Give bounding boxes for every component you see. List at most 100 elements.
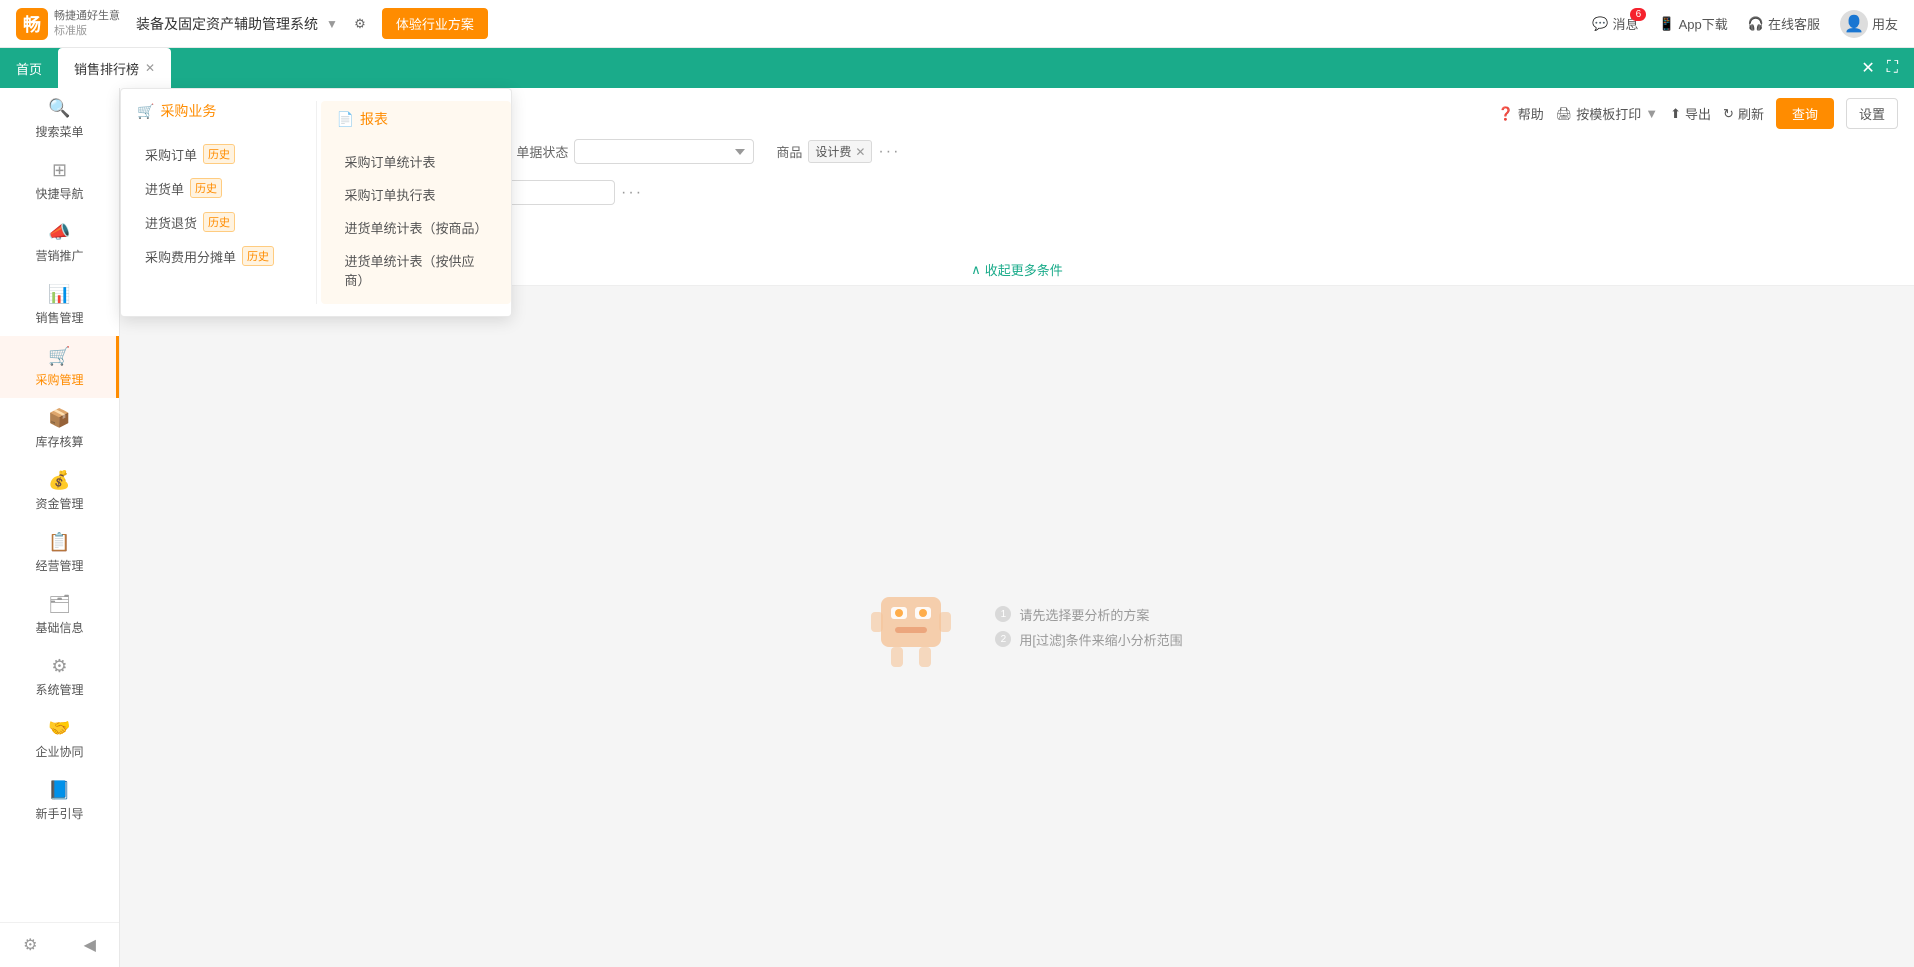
menu-report-receipt-by-goods[interactable]: 进货单统计表（按商品） (337, 211, 496, 244)
header-user[interactable]: 👤 用友 (1840, 10, 1898, 38)
sidebar-item-system[interactable]: ⚙ 系统管理 (0, 646, 119, 708)
system-icon: ⚙ (51, 656, 67, 677)
goods-tag-close[interactable]: ✕ (855, 145, 865, 159)
settings-icon-btn[interactable]: ⚙ (346, 10, 374, 38)
purchase-icon: 🛒 (48, 346, 70, 367)
newbie-icon: 📘 (48, 780, 70, 801)
menu-purchase-expense[interactable]: 采购费用分摊单 历史 (137, 239, 296, 273)
menu-report-receipt-by-supplier[interactable]: 进货单统计表（按供应商） (337, 244, 496, 296)
tab-close-window[interactable]: ✕ (1861, 58, 1874, 78)
export-icon: ⬆ (1670, 106, 1681, 122)
goods-tag: 设计费 ✕ (808, 140, 872, 163)
empty-hint-2: 2 用[过滤]条件来缩小分析范围 (995, 630, 1182, 649)
header-app[interactable]: 📱 App下载 (1658, 14, 1727, 33)
empty-illustration (851, 577, 971, 677)
empty-content: 1 请先选择要分析的方案 2 用[过滤]条件来缩小分析范围 (851, 577, 1182, 677)
logo-icon: 畅 (16, 8, 48, 40)
logo-text: 畅捷通好生意 标准版 (54, 9, 120, 38)
header-right: 💬 消息 6 📱 App下载 🎧 在线客服 👤 用友 (1592, 10, 1898, 38)
sidebar-item-finance[interactable]: 💰 资金管理 (0, 460, 119, 522)
history-tag-0: 历史 (203, 144, 235, 164)
operations-icon: 📋 (48, 532, 70, 553)
quicknav-icon: ⊞ (52, 160, 67, 181)
sidebar-item-sales[interactable]: 📊 销售管理 (0, 274, 119, 336)
goods-filter: 商品 设计费 ✕ ··· (776, 140, 900, 163)
sidebar-item-warehouse[interactable]: 📦 库存核算 (0, 398, 119, 460)
empty-text: 1 请先选择要分析的方案 2 用[过滤]条件来缩小分析范围 (995, 605, 1182, 649)
refresh-icon: ↻ (1723, 106, 1734, 122)
search-icon: 🔍 (48, 98, 70, 119)
empty-dot-2: 2 (995, 631, 1011, 647)
tab-bar-right: ✕ ⛶ (1861, 58, 1914, 78)
tab-close-icon[interactable]: ✕ (145, 61, 155, 75)
tab-home[interactable]: 首页 (0, 48, 58, 88)
menu-report-order-exec[interactable]: 采购订单执行表 (337, 178, 496, 211)
service-icon: 🎧 (1748, 16, 1764, 32)
app-icon: 📱 (1658, 16, 1674, 32)
menu-report-order-stats[interactable]: 采购订单统计表 (337, 145, 496, 178)
menu-purchase-order[interactable]: 采购订单 历史 (137, 137, 296, 171)
sidebar: 🔍 搜索菜单 ⊞ 快捷导航 📣 营销推广 📊 销售管理 🛒 采购管理 📦 库存核… (0, 88, 120, 967)
purchase-business-section: 🛒 采购业务 采购订单 历史 进货单 历史 进货退货 历史 采购费用分摊单 历史 (121, 101, 312, 304)
corp-icon: 🤝 (48, 718, 70, 739)
purchase-business-title: 🛒 采购业务 (137, 101, 296, 127)
refresh-btn[interactable]: ↻ 刷新 (1723, 104, 1764, 123)
sidebar-item-purchase[interactable]: 🛒 采购管理 (0, 336, 119, 398)
tab-maximize[interactable]: ⛶ (1887, 59, 1898, 77)
sidebar-item-search[interactable]: 🔍 搜索菜单 (0, 88, 119, 150)
goods-more-btn[interactable]: ··· (878, 143, 900, 161)
history-tag-2: 历史 (203, 212, 235, 232)
avatar: 👤 (1840, 10, 1868, 38)
sales-icon: 📊 (48, 284, 70, 305)
history-tag-1: 历史 (190, 178, 222, 198)
header-service[interactable]: 🎧 在线客服 (1748, 14, 1820, 33)
voucher-status-filter: 单据状态 (516, 139, 760, 164)
logo-area: 畅 畅捷通好生意 标准版 (16, 8, 136, 40)
tab-sales-ranking[interactable]: 销售排行榜 ✕ (58, 48, 171, 88)
message-icon: 💬 (1592, 16, 1608, 32)
marketing-icon: 📣 (48, 222, 70, 243)
menu-goods-receipt[interactable]: 进货单 历史 (137, 171, 296, 205)
active-bar (116, 336, 119, 398)
print-dropdown-icon[interactable]: ▼ (1645, 106, 1658, 121)
salesperson-more-btn[interactable]: ··· (621, 184, 643, 202)
sidebar-bottom: ⚙ ◀ (0, 922, 119, 967)
empty-state: 1 请先选择要分析的方案 2 用[过滤]条件来缩小分析范围 (120, 286, 1914, 967)
purchase-business-icon: 🛒 (137, 103, 154, 120)
history-tag-3: 历史 (242, 246, 274, 266)
purchase-dropdown-menu: 🛒 采购业务 采购订单 历史 进货单 历史 进货退货 历史 采购费用分摊单 历史… (120, 88, 512, 317)
message-badge: 6 (1630, 8, 1646, 21)
query-btn[interactable]: 查询 (1776, 98, 1834, 129)
system-title-area: 装备及固定资产辅助管理系统 ▼ ⚙ 体验行业方案 (136, 8, 1592, 39)
header-message[interactable]: 💬 消息 6 (1592, 14, 1638, 33)
empty-hint-1: 1 请先选择要分析的方案 (995, 605, 1182, 624)
export-btn[interactable]: ⬆ 导出 (1670, 104, 1711, 123)
title-dropdown-arrow[interactable]: ▼ (326, 17, 338, 31)
purchase-report-title: 📄 报表 (337, 109, 496, 135)
purchase-report-section: 📄 报表 采购订单统计表 采购订单执行表 进货单统计表（按商品） 进货单统计表（… (321, 101, 512, 304)
industry-btn[interactable]: 体验行业方案 (382, 8, 488, 39)
sidebar-item-base[interactable]: 🗂 基础信息 (0, 584, 119, 646)
sidebar-settings-icon[interactable]: ⚙ (23, 935, 37, 955)
print-icon: 🖨 (1556, 106, 1573, 122)
collapse-icon: ∧ (971, 262, 981, 278)
print-btn[interactable]: 🖨 按模板打印 ▼ (1556, 104, 1658, 123)
report-icon: 📄 (337, 111, 354, 128)
menu-divider (316, 101, 317, 304)
sidebar-collapse-icon[interactable]: ◀ (84, 935, 96, 955)
help-btn[interactable]: ❓ 帮助 (1498, 104, 1544, 123)
voucher-status-select[interactable] (574, 139, 754, 164)
help-icon: ❓ (1498, 106, 1514, 122)
empty-dot-1: 1 (995, 606, 1011, 622)
system-title: 装备及固定资产辅助管理系统 (136, 14, 318, 34)
menu-goods-return[interactable]: 进货退货 历史 (137, 205, 296, 239)
tab-bar: 首页 销售排行榜 ✕ ✕ ⛶ (0, 48, 1914, 88)
finance-icon: 💰 (48, 470, 70, 491)
sidebar-item-marketing[interactable]: 📣 营销推广 (0, 212, 119, 274)
warehouse-icon: 📦 (48, 408, 70, 429)
sidebar-item-corp[interactable]: 🤝 企业协同 (0, 708, 119, 770)
sidebar-item-quicknav[interactable]: ⊞ 快捷导航 (0, 150, 119, 212)
settings-btn[interactable]: 设置 (1846, 98, 1898, 129)
sidebar-item-operations[interactable]: 📋 经营管理 (0, 522, 119, 584)
sidebar-item-newbie[interactable]: 📘 新手引导 (0, 770, 119, 832)
